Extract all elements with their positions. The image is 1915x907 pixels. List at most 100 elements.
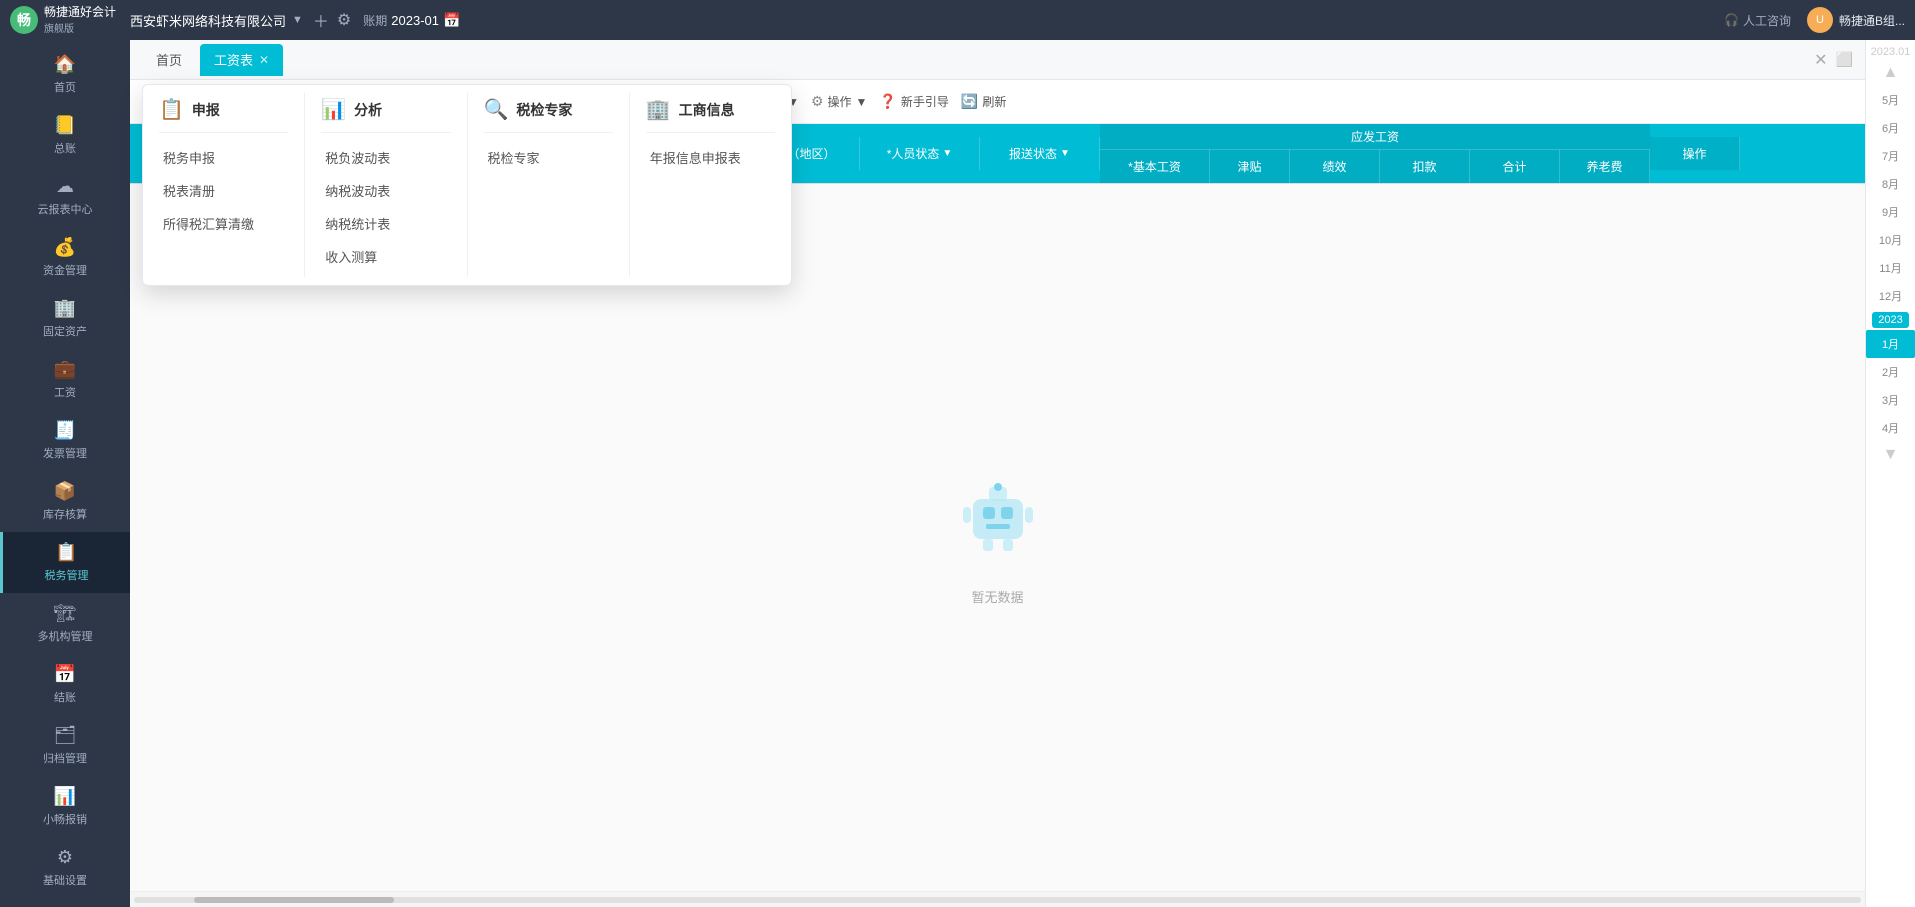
user-info[interactable]: U 畅捷通B组...	[1807, 7, 1905, 33]
th-deduction: 扣款	[1380, 150, 1470, 183]
inventory-icon: 📦	[54, 481, 76, 502]
sidebar-item-close[interactable]: 📅 结账	[0, 654, 130, 715]
sidebar-item-cloud[interactable]: ☁ 云报表中心	[0, 166, 130, 227]
settings-icon[interactable]: ⚙	[337, 10, 351, 30]
th-allow-label: 津贴	[1237, 158, 1261, 175]
th-report-label: 报送状态	[1009, 145, 1057, 162]
scroll-bar-thumb[interactable]	[194, 897, 394, 903]
sidebar-item-settings[interactable]: ⚙ 基础设置	[0, 837, 130, 898]
refresh-btn[interactable]: 🔄 刷新	[961, 93, 1006, 110]
timeline-month-9[interactable]: 9月	[1866, 198, 1915, 226]
timeline-month-12[interactable]: 12月	[1866, 282, 1915, 310]
sidebar-item-fund[interactable]: 💰 资金管理	[0, 227, 130, 288]
sidebar-item-home[interactable]: 🏠 首页	[0, 44, 130, 105]
sidebar-item-asset[interactable]: 🏢 固定资产	[0, 288, 130, 349]
user-avatar: U	[1807, 7, 1833, 33]
top-bar-quick-actions: ＋ ⚙	[313, 8, 351, 32]
app-subtitle: 旗舰版	[44, 20, 116, 35]
window-maximize-icon[interactable]: ⬜	[1836, 51, 1853, 68]
analysis-title: 分析	[354, 100, 382, 120]
sidebar-label-tax: 税务管理	[45, 567, 89, 583]
declare-title: 申报	[192, 100, 220, 120]
report-filter-icon[interactable]: ▼	[1060, 148, 1070, 159]
status-filter-icon[interactable]: ▼	[942, 148, 952, 159]
dropdown-item-tax-payment[interactable]: 纳税波动表	[321, 174, 450, 207]
scroll-bar-track[interactable]	[134, 897, 1861, 903]
timeline-month-7[interactable]: 7月	[1866, 142, 1915, 170]
dropdown-item-tax-stats[interactable]: 纳税统计表	[321, 207, 450, 240]
operate-btn[interactable]: ⚙ 操作 ▼	[811, 93, 867, 110]
report-icon: 📊	[54, 786, 76, 807]
sidebar-item-multi[interactable]: 🏗 多机构管理	[0, 593, 130, 654]
sidebar-label-report: 小畅报销	[43, 811, 87, 827]
tab-close-icon[interactable]: ✕	[259, 53, 269, 67]
company-selector[interactable]: 西安虾米网络科技有限公司 ▼	[130, 11, 303, 30]
th-allowance: 津贴	[1210, 150, 1290, 183]
timeline-month-5[interactable]: 5月	[1866, 86, 1915, 114]
sidebar-label-close: 结账	[54, 689, 76, 705]
settings-gear-icon: ⚙	[57, 847, 73, 868]
timeline-period-display: 2023.01	[1871, 44, 1911, 60]
sidebar-label-cloud: 云报表中心	[38, 201, 93, 217]
analysis-icon: 📊	[321, 97, 346, 122]
timeline-year-2023-label[interactable]: 2023	[1872, 312, 1908, 328]
new-guide-btn[interactable]: ❓ 新手引导	[879, 93, 948, 110]
timeline-month-6[interactable]: 6月	[1866, 114, 1915, 142]
dropdown-item-tax-table[interactable]: 税表清册	[159, 174, 288, 207]
timeline-next-btn[interactable]: ▼	[1883, 442, 1899, 468]
timeline-month-3[interactable]: 3月	[1866, 386, 1915, 414]
th-payroll-subs: *基本工资 津贴 绩效 扣款 合计	[1100, 150, 1650, 183]
company-dropdown-icon[interactable]: ▼	[292, 14, 303, 26]
top-bar: 畅 畅捷通好会计 旗舰版 西安虾米网络科技有限公司 ▼ ＋ ⚙ 账期 2023-…	[0, 0, 1915, 40]
dropdown-expert-header: 🔍 税检专家	[484, 97, 613, 133]
window-close-icon[interactable]: ✕	[1814, 50, 1827, 70]
sidebar-item-salary[interactable]: 💼 工资	[0, 349, 130, 410]
timeline-month-1-active[interactable]: 1月	[1866, 330, 1915, 358]
sidebar-item-invoice[interactable]: 🧾 发票管理	[0, 410, 130, 471]
dropdown-item-income-forecast[interactable]: 收入测算	[321, 240, 450, 273]
dropdown-item-income-clear[interactable]: 所得税汇算清缴	[159, 207, 288, 240]
dropdown-col-expert: 🔍 税检专家 税检专家	[468, 85, 629, 285]
dropdown-item-tax-burden[interactable]: 税负波动表	[321, 141, 450, 174]
sidebar-label-inventory: 库存核算	[43, 506, 87, 522]
tab-bar: 首页 工资表 ✕ ✕ ⬜	[130, 40, 1865, 80]
timeline-month-11[interactable]: 11月	[1866, 254, 1915, 282]
timeline-month-10[interactable]: 10月	[1866, 226, 1915, 254]
refresh-label: 刷新	[982, 93, 1006, 110]
sidebar-item-tax[interactable]: 📋 税务管理	[0, 532, 130, 593]
sidebar-item-inventory[interactable]: 📦 库存核算	[0, 471, 130, 532]
th-pension-label: 养老费	[1586, 158, 1622, 175]
service-button[interactable]: 🎧 人工咨询	[1724, 12, 1791, 29]
timeline-month-8[interactable]: 8月	[1866, 170, 1915, 198]
sidebar-item-report[interactable]: 📊 小畅报销	[0, 776, 130, 837]
timeline-month-2[interactable]: 2月	[1866, 358, 1915, 386]
sidebar-item-guide[interactable]: 🆕 新手引导	[0, 898, 130, 907]
operate-icon: ⚙	[811, 93, 824, 110]
dropdown-item-tax-declare[interactable]: 税务申报	[159, 141, 288, 174]
sidebar-item-ledger[interactable]: 📒 总账	[0, 105, 130, 166]
period-label: 账期	[363, 12, 387, 29]
sidebar-label-ledger: 总账	[54, 140, 76, 156]
operate-arrow-icon: ▼	[856, 95, 868, 109]
calendar-icon[interactable]: 📅	[443, 12, 460, 29]
headset-icon: 🎧	[1724, 13, 1739, 27]
archive-icon: 🗂	[54, 725, 77, 746]
timeline-prev-btn[interactable]: ▲	[1883, 60, 1899, 86]
expert-icon: 🔍	[484, 97, 509, 122]
empty-state: 暂无数据	[130, 184, 1865, 891]
timeline-month-4[interactable]: 4月	[1866, 414, 1915, 442]
tab-home[interactable]: 首页	[142, 44, 196, 76]
dropdown-item-annual-report[interactable]: 年报信息申报表	[646, 141, 775, 174]
app-title: 畅捷通好会计	[44, 5, 116, 19]
add-icon[interactable]: ＋	[313, 8, 329, 32]
dropdown-item-tax-expert[interactable]: 税检专家	[484, 141, 613, 174]
sidebar-label-invoice: 发票管理	[43, 445, 87, 461]
th-base: *基本工资	[1100, 150, 1210, 183]
th-operation: 操作	[1650, 137, 1740, 170]
home-icon: 🏠	[54, 54, 76, 75]
tab-salary[interactable]: 工资表 ✕	[200, 44, 283, 76]
sidebar-item-archive[interactable]: 🗂 归档管理	[0, 715, 130, 776]
sidebar-label-salary: 工资	[54, 384, 76, 400]
th-payroll-top-label: 应发工资	[1100, 124, 1650, 150]
sidebar-label-fund: 资金管理	[43, 262, 87, 278]
